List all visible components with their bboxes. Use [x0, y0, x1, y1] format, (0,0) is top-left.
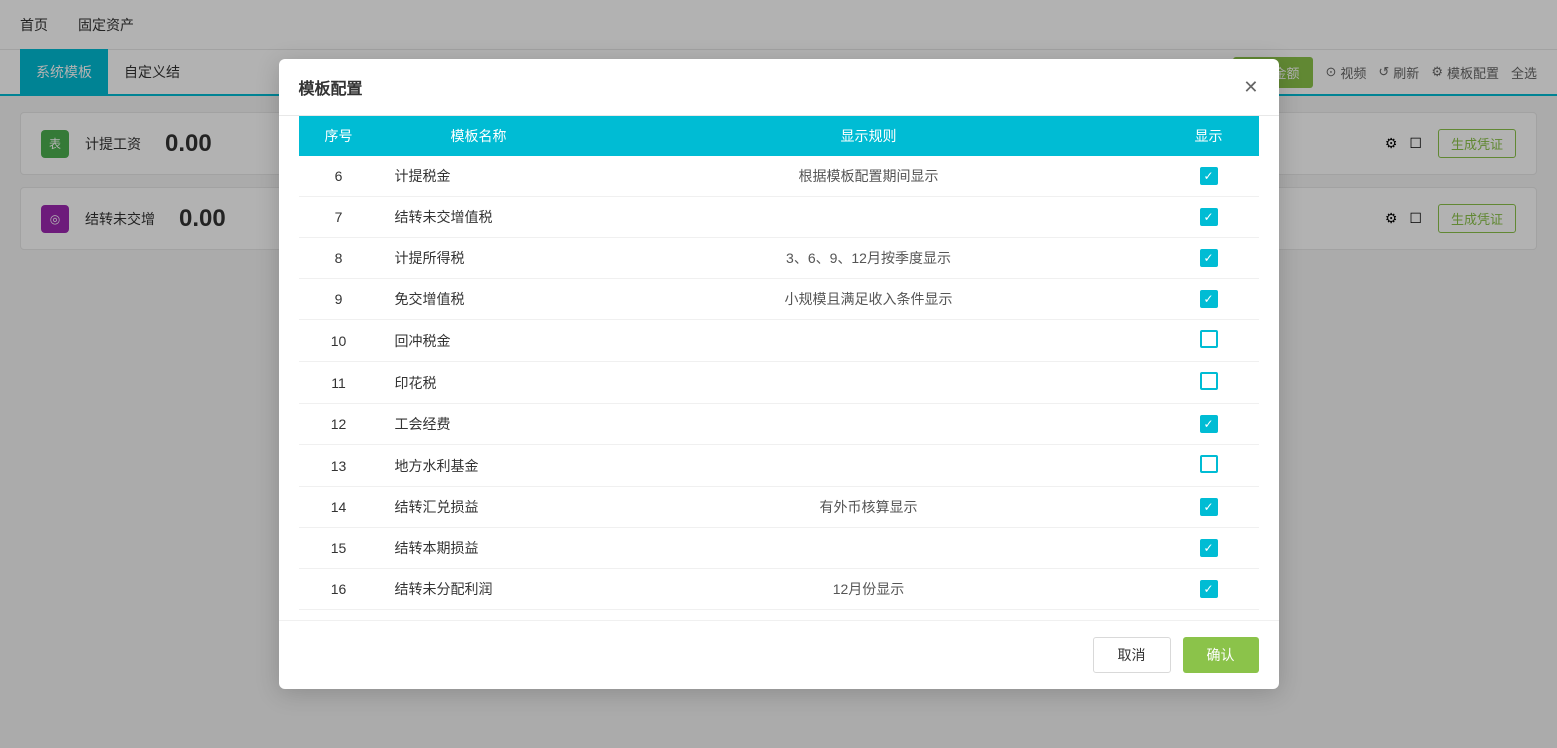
- table-row: 16结转未分配利润12月份显示: [299, 569, 1259, 610]
- cell-check-8: [1159, 487, 1259, 528]
- modal-body: 序号 模板名称 显示规则 显示 6计提税金根据模板配置期间显示7结转未交增值税8…: [279, 116, 1279, 620]
- checkbox-5[interactable]: [1200, 372, 1218, 390]
- checkbox-1[interactable]: [1200, 208, 1218, 226]
- cell-rule-1: [579, 197, 1159, 238]
- cell-name-8: 结转汇兑损益: [379, 487, 579, 528]
- cell-name-3: 免交增值税: [379, 279, 579, 320]
- cell-name-7: 地方水利基金: [379, 445, 579, 487]
- cell-rule-4: [579, 320, 1159, 362]
- table-head: 序号 模板名称 显示规则 显示: [299, 116, 1259, 156]
- cell-name-6: 工会经费: [379, 404, 579, 445]
- checkbox-3[interactable]: [1200, 290, 1218, 308]
- modal-title: 模板配置: [299, 75, 363, 99]
- cell-rule-3: 小规模且满足收入条件显示: [579, 279, 1159, 320]
- cell-check-7: [1159, 445, 1259, 487]
- table-row: 12工会经费: [299, 404, 1259, 445]
- table-row: 7结转未交增值税: [299, 197, 1259, 238]
- col-rule: 显示规则: [579, 116, 1159, 156]
- checkbox-7[interactable]: [1200, 455, 1218, 473]
- config-table: 序号 模板名称 显示规则 显示 6计提税金根据模板配置期间显示7结转未交增值税8…: [299, 116, 1259, 610]
- cell-name-5: 印花税: [379, 362, 579, 404]
- cell-rule-5: [579, 362, 1159, 404]
- cell-check-0: [1159, 156, 1259, 197]
- col-seq: 序号: [299, 116, 379, 156]
- cell-rule-6: [579, 404, 1159, 445]
- col-display: 显示: [1159, 116, 1259, 156]
- checkbox-2[interactable]: [1200, 249, 1218, 267]
- table-row: 15结转本期损益: [299, 528, 1259, 569]
- cell-seq-5: 11: [299, 362, 379, 404]
- table-body: 6计提税金根据模板配置期间显示7结转未交增值税8计提所得税3、6、9、12月按季…: [299, 156, 1259, 610]
- table-row: 8计提所得税3、6、9、12月按季度显示: [299, 238, 1259, 279]
- table-row: 6计提税金根据模板配置期间显示: [299, 156, 1259, 197]
- cell-seq-1: 7: [299, 197, 379, 238]
- cell-seq-4: 10: [299, 320, 379, 362]
- checkbox-8[interactable]: [1200, 498, 1218, 516]
- table-row: 11印花税: [299, 362, 1259, 404]
- table-row: 9免交增值税小规模且满足收入条件显示: [299, 279, 1259, 320]
- cell-name-1: 结转未交增值税: [379, 197, 579, 238]
- cell-seq-3: 9: [299, 279, 379, 320]
- cell-seq-10: 16: [299, 569, 379, 610]
- cell-check-3: [1159, 279, 1259, 320]
- col-name: 模板名称: [379, 116, 579, 156]
- cell-check-5: [1159, 362, 1259, 404]
- checkbox-9[interactable]: [1200, 539, 1218, 557]
- cell-seq-0: 6: [299, 156, 379, 197]
- cancel-button[interactable]: 取消: [1093, 637, 1171, 673]
- cell-check-1: [1159, 197, 1259, 238]
- confirm-button[interactable]: 确认: [1183, 637, 1259, 673]
- checkbox-6[interactable]: [1200, 415, 1218, 433]
- cell-seq-8: 14: [299, 487, 379, 528]
- modal-template-config: 模板配置 ✕ 序号 模板名称 显示规则 显示 6计提税金根据模板配置期间显示7结…: [279, 59, 1279, 689]
- cell-rule-0: 根据模板配置期间显示: [579, 156, 1159, 197]
- cell-check-10: [1159, 569, 1259, 610]
- modal-header: 模板配置 ✕: [279, 59, 1279, 116]
- cell-name-10: 结转未分配利润: [379, 569, 579, 610]
- table-row: 10回冲税金: [299, 320, 1259, 362]
- cell-seq-2: 8: [299, 238, 379, 279]
- cell-check-4: [1159, 320, 1259, 362]
- cell-check-9: [1159, 528, 1259, 569]
- cell-seq-9: 15: [299, 528, 379, 569]
- cell-rule-7: [579, 445, 1159, 487]
- cell-rule-8: 有外币核算显示: [579, 487, 1159, 528]
- checkbox-0[interactable]: [1200, 167, 1218, 185]
- cell-name-0: 计提税金: [379, 156, 579, 197]
- checkbox-4[interactable]: [1200, 330, 1218, 348]
- cell-check-6: [1159, 404, 1259, 445]
- cell-name-4: 回冲税金: [379, 320, 579, 362]
- modal-overlay: 模板配置 ✕ 序号 模板名称 显示规则 显示 6计提税金根据模板配置期间显示7结…: [0, 0, 1557, 748]
- cell-name-2: 计提所得税: [379, 238, 579, 279]
- checkbox-10[interactable]: [1200, 580, 1218, 598]
- close-icon[interactable]: ✕: [1243, 78, 1258, 96]
- cell-seq-7: 13: [299, 445, 379, 487]
- cell-check-2: [1159, 238, 1259, 279]
- table-header-row: 序号 模板名称 显示规则 显示: [299, 116, 1259, 156]
- table-row: 14结转汇兑损益有外币核算显示: [299, 487, 1259, 528]
- table-row: 13地方水利基金: [299, 445, 1259, 487]
- cell-rule-10: 12月份显示: [579, 569, 1159, 610]
- cell-name-9: 结转本期损益: [379, 528, 579, 569]
- cell-rule-9: [579, 528, 1159, 569]
- cell-seq-6: 12: [299, 404, 379, 445]
- cell-rule-2: 3、6、9、12月按季度显示: [579, 238, 1159, 279]
- modal-footer: 取消 确认: [279, 620, 1279, 689]
